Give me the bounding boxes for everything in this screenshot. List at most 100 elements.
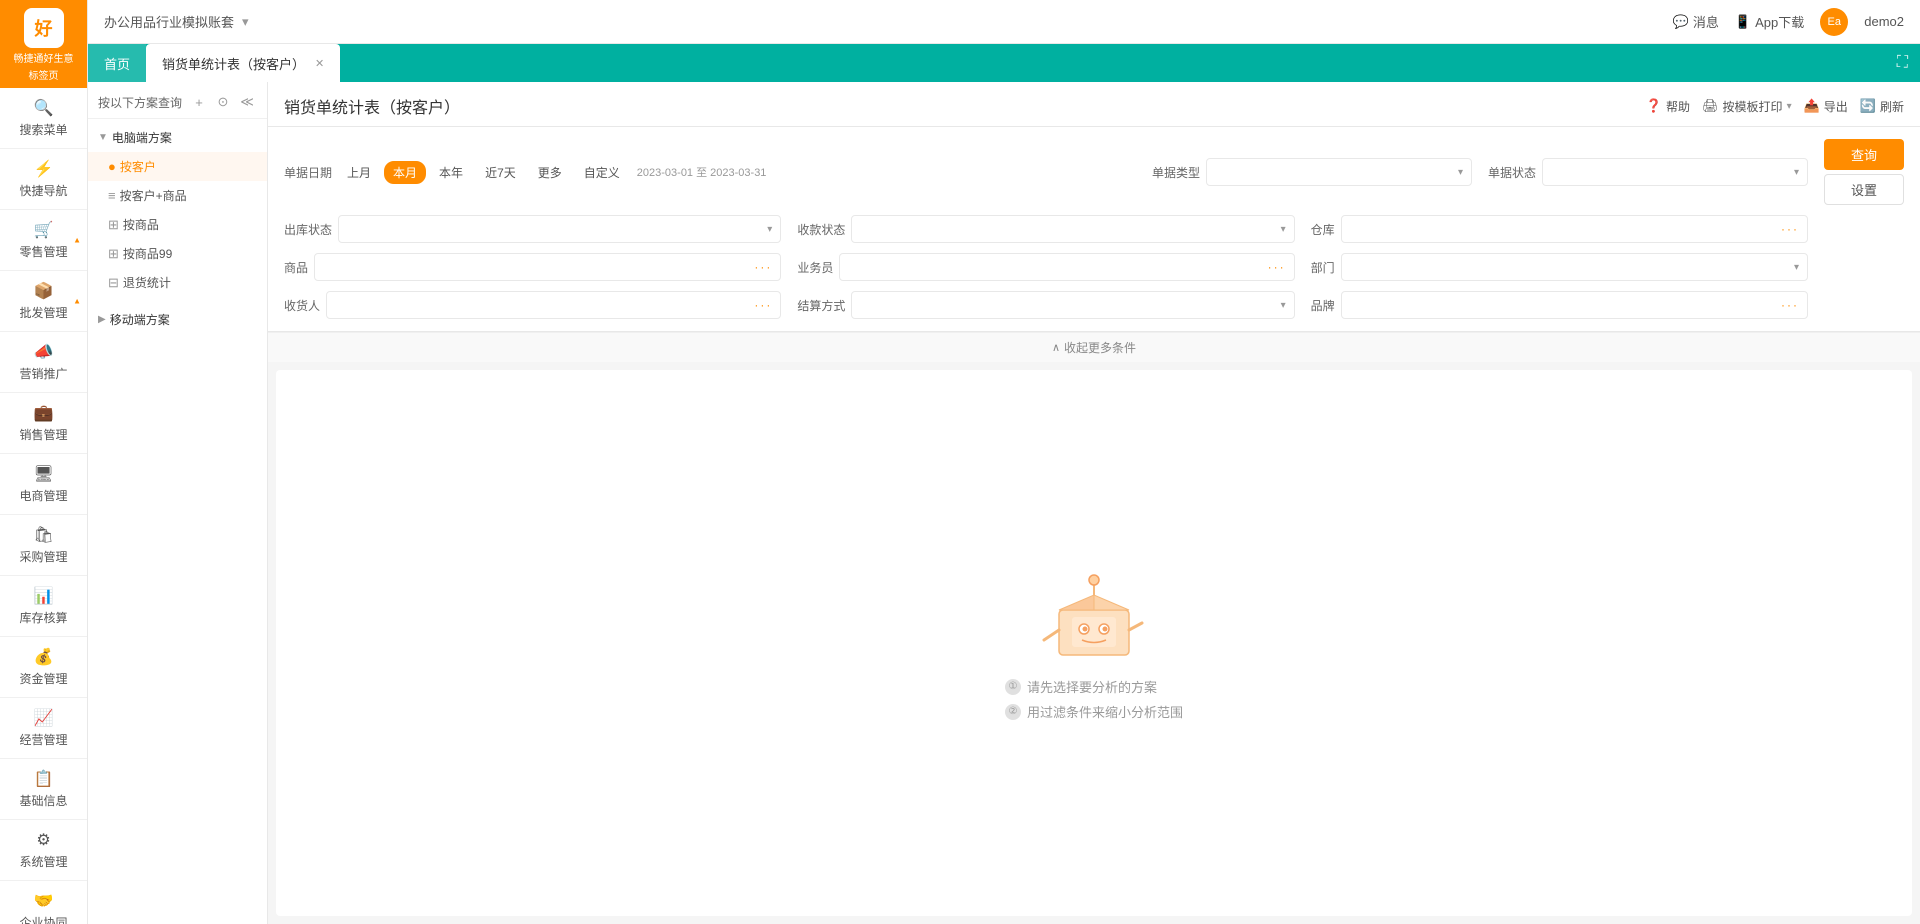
export-label: 导出 <box>1824 98 1848 115</box>
scheme-item-by-goods99[interactable]: ⊞ 按商品99 <box>88 239 267 268</box>
salesperson-select[interactable]: ··· <box>839 253 1294 281</box>
sidebar-item-label-sales: 销售管理 <box>19 426 67 443</box>
app-logo[interactable]: 好 畅捷通好生意 标签页 <box>0 0 87 88</box>
empty-tips: ① 请先选择要分析的方案 ② 用过滤条件来缩小分析范围 <box>1005 677 1183 721</box>
template-print-label: 按模板打印 <box>1723 98 1783 115</box>
sidebar-item-finance[interactable]: 💰 资金管理 <box>0 637 87 698</box>
sidebar-item-quick-nav[interactable]: ⚡ 快捷导航 <box>0 149 87 210</box>
scheme-add-icon[interactable]: + <box>189 92 209 112</box>
collapse-more-conditions[interactable]: ∧ 收起更多条件 <box>268 332 1920 362</box>
date-btn-more[interactable]: 更多 <box>529 161 571 184</box>
sidebar-item-label-basic: 基础信息 <box>19 792 67 809</box>
sidebar-item-basic[interactable]: 📋 基础信息 <box>0 759 87 820</box>
filter-area: 单据日期 上月 本月 本年 近7天 更多 自定义 2023-03-01 至 20… <box>268 127 1920 332</box>
warehouse-label: 仓库 <box>1311 221 1335 238</box>
inventory-icon: 📊 <box>34 586 54 606</box>
department-arrow-icon: ▾ <box>1794 262 1799 273</box>
scheme-collapse-icon[interactable]: ≪ <box>237 92 257 112</box>
date-btn-last7days[interactable]: 近7天 <box>476 161 525 184</box>
sidebar-item-system[interactable]: ⚙ 系统管理 <box>0 820 87 881</box>
salesperson-filter-item: 业务员 ··· <box>797 253 1294 281</box>
out-status-filter-item: 出库状态 ▾ <box>284 215 781 243</box>
sidebar-item-label-quicknav: 快捷导航 <box>19 182 67 199</box>
right-panel: 销货单统计表（按客户） ❓ 帮助 🖨 按模板打印 ▾ 📤 导出 <box>268 82 1920 924</box>
sidebar-item-ecommerce[interactable]: 🖥 电商管理 <box>0 454 87 515</box>
sidebar-item-label-enterprise-coop: 企业协同 <box>19 914 67 924</box>
voucher-status-select[interactable]: ▾ <box>1542 158 1808 186</box>
settings-button[interactable]: 设置 <box>1824 174 1904 205</box>
sidebar-item-retail[interactable]: 🛒 零售管理 <box>0 210 87 271</box>
scheme-settings-icon[interactable]: ⊙ <box>213 92 233 112</box>
settle-method-arrow-icon: ▾ <box>1281 300 1286 311</box>
sidebar-item-label-retail: 零售管理 <box>19 243 67 260</box>
page-title: 销货单统计表（按客户） <box>284 94 460 118</box>
collapse-up-icon: ∧ <box>1052 341 1060 354</box>
brand-select[interactable]: ··· <box>1341 291 1808 319</box>
scheme-item-icon-return: ⊟ <box>108 275 119 291</box>
scheme-item-label-goods99: 按商品99 <box>123 245 172 262</box>
message-button[interactable]: 💬 消息 <box>1673 12 1719 31</box>
template-print-button[interactable]: 🖨 按模板打印 ▾ <box>1702 98 1792 115</box>
scheme-item-by-customer-goods[interactable]: ≡ 按客户+商品 <box>88 181 267 210</box>
group-arrow-icon: ▼ <box>98 132 108 143</box>
department-filter-item: 部门 ▾ <box>1311 253 1808 281</box>
sidebar-item-marketing[interactable]: 📣 营销推广 <box>0 332 87 393</box>
department-select[interactable]: ▾ <box>1341 253 1808 281</box>
empty-state: ① 请先选择要分析的方案 ② 用过滤条件来缩小分析范围 <box>1005 565 1183 721</box>
header-dropdown-icon[interactable]: ▾ <box>242 14 249 30</box>
warehouse-filter-item: 仓库 ··· <box>1311 215 1808 243</box>
date-btn-this-year[interactable]: 本年 <box>430 161 472 184</box>
voucher-type-label: 单据类型 <box>1152 164 1200 181</box>
print-icon: 🖨 <box>1702 98 1719 114</box>
date-btn-custom[interactable]: 自定义 <box>575 161 629 184</box>
out-status-arrow-icon: ▾ <box>767 224 772 235</box>
user-avatar[interactable]: Ea <box>1820 8 1848 36</box>
warehouse-select[interactable]: ··· <box>1341 215 1808 243</box>
sidebar-item-wholesale[interactable]: 📦 批发管理 <box>0 271 87 332</box>
tab-close-icon[interactable]: ✕ <box>315 57 324 70</box>
refresh-button[interactable]: 🔄 刷新 <box>1860 98 1904 115</box>
tab-maximize-button[interactable]: ⛶ <box>1885 54 1920 72</box>
help-button[interactable]: ❓ 帮助 <box>1646 98 1690 115</box>
receive-status-select[interactable]: ▾ <box>851 215 1294 243</box>
enterprise-coop-icon: 🤝 <box>34 891 54 911</box>
out-status-label: 出库状态 <box>284 221 332 238</box>
tab-sales-stats[interactable]: 销货单统计表（按客户） ✕ <box>146 44 340 82</box>
scheme-item-label-customer: 按客户 <box>120 158 156 175</box>
date-btn-last-month[interactable]: 上月 <box>338 161 380 184</box>
receiver-filter-item: 收货人 ··· <box>284 291 781 319</box>
date-filter: 上月 本月 本年 近7天 更多 自定义 2023-03-01 至 2023-03… <box>338 161 1136 184</box>
receiver-select[interactable]: ··· <box>326 291 781 319</box>
scheme-group-mobile-title[interactable]: ▶ 移动端方案 <box>88 305 267 334</box>
query-button[interactable]: 查询 <box>1824 139 1904 170</box>
scheme-group-desktop-title[interactable]: ▼ 电脑端方案 <box>88 123 267 152</box>
sidebar-item-enterprise-cooperation[interactable]: 🤝 企业协同 <box>0 881 87 924</box>
scheme-header: 按以下方案查询 + ⊙ ≪ <box>88 82 267 119</box>
retail-icon: 🛒 <box>34 220 54 240</box>
date-btn-this-month[interactable]: 本月 <box>384 161 426 184</box>
tab-sales-stats-label: 销货单统计表（按客户） <box>162 54 305 73</box>
group-mobile-arrow-icon: ▶ <box>98 314 106 325</box>
print-dropdown-icon[interactable]: ▾ <box>1787 101 1792 112</box>
sidebar-item-label-marketing: 营销推广 <box>19 365 67 382</box>
app-download-button[interactable]: 📱 App下载 <box>1735 12 1804 31</box>
date-range-display: 2023-03-01 至 2023-03-31 <box>637 164 767 180</box>
voucher-type-select[interactable]: ▾ <box>1206 158 1472 186</box>
settle-method-select[interactable]: ▾ <box>851 291 1294 319</box>
scheme-item-by-customer[interactable]: ● 按客户 <box>88 152 267 181</box>
out-status-select[interactable]: ▾ <box>338 215 781 243</box>
tab-home[interactable]: 首页 <box>88 44 146 82</box>
scheme-item-return-stats[interactable]: ⊟ 退货统计 <box>88 268 267 297</box>
sidebar-item-purchase[interactable]: 🛍 采购管理 <box>0 515 87 576</box>
export-button[interactable]: 📤 导出 <box>1804 98 1848 115</box>
scheme-group-desktop-label: 电脑端方案 <box>112 129 172 146</box>
goods-select[interactable]: ··· <box>314 253 781 281</box>
sidebar-item-operation[interactable]: 📈 经营管理 <box>0 698 87 759</box>
sidebar-item-search[interactable]: 🔍 搜索菜单 <box>0 88 87 149</box>
date-filter-item: 单据日期 上月 本月 本年 近7天 更多 自定义 2023-03-01 至 20… <box>284 161 1136 184</box>
scheme-item-by-goods[interactable]: ⊞ 按商品 <box>88 210 267 239</box>
sidebar-item-sales[interactable]: 💼 销售管理 <box>0 393 87 454</box>
filter-row-4: 收货人 ··· 结算方式 ▾ 品牌 <box>284 291 1904 319</box>
sidebar-item-inventory[interactable]: 📊 库存核算 <box>0 576 87 637</box>
brand-label: 品牌 <box>1311 297 1335 314</box>
